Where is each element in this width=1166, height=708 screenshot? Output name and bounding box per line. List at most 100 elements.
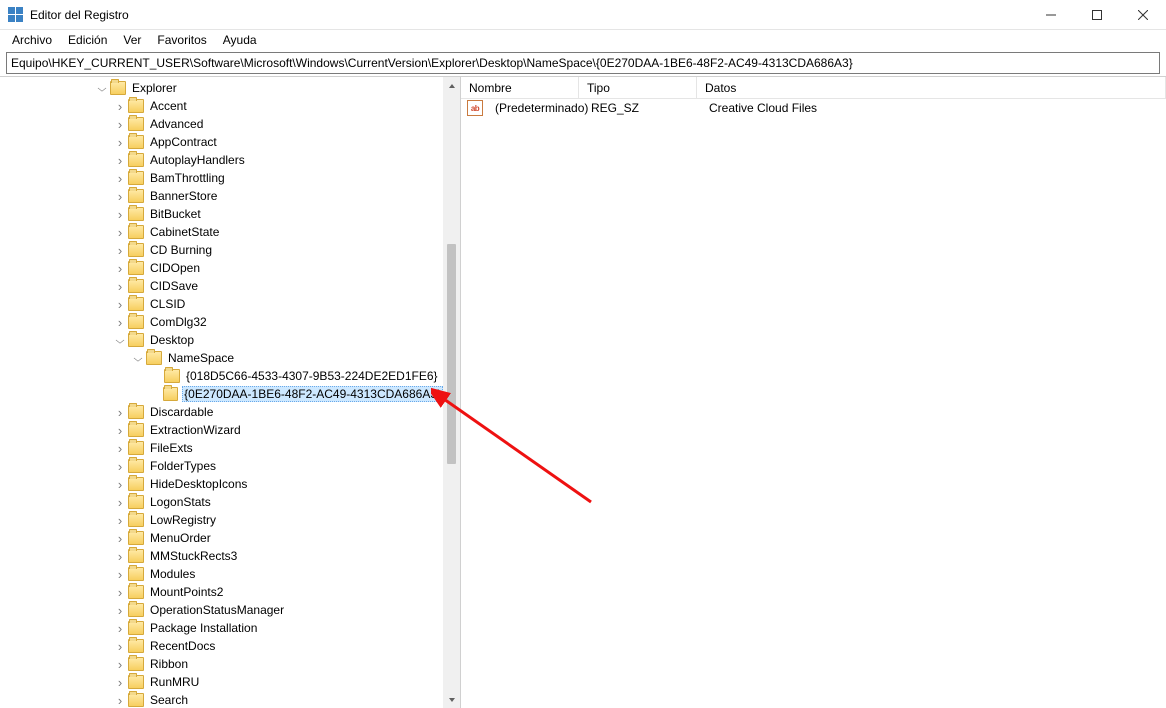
expand-icon[interactable] [112, 171, 128, 186]
menu-ayuda[interactable]: Ayuda [215, 31, 265, 49]
list-header: Nombre Tipo Datos [461, 77, 1166, 99]
maximize-button[interactable] [1074, 0, 1120, 29]
tree-item[interactable]: ExtractionWizard [0, 421, 443, 439]
tree-item[interactable]: {018D5C66-4533-4307-9B53-224DE2ED1FE6} [0, 367, 443, 385]
tree-item[interactable]: Advanced [0, 115, 443, 133]
tree-item[interactable]: Accent [0, 97, 443, 115]
menu-archivo[interactable]: Archivo [4, 31, 60, 49]
window-title: Editor del Registro [30, 8, 1028, 22]
value-row[interactable]: ab (Predeterminado) REG_SZ Creative Clou… [461, 99, 1166, 117]
expand-icon[interactable] [112, 603, 128, 618]
tree-item[interactable]: Discardable [0, 403, 443, 421]
expand-icon[interactable] [112, 477, 128, 492]
tree-item[interactable]: ComDlg32 [0, 313, 443, 331]
app-icon [8, 7, 24, 23]
tree-item[interactable]: MMStuckRects3 [0, 547, 443, 565]
tree-item[interactable]: Explorer [0, 79, 443, 97]
tree-item[interactable]: CIDOpen [0, 259, 443, 277]
values-pane: Nombre Tipo Datos ab (Predeterminado) RE… [461, 77, 1166, 708]
tree-item-label: FolderTypes [148, 458, 218, 474]
tree-item[interactable]: CLSID [0, 295, 443, 313]
tree-item[interactable]: HideDesktopIcons [0, 475, 443, 493]
expand-icon[interactable] [112, 675, 128, 690]
col-nombre[interactable]: Nombre [461, 77, 579, 98]
expand-icon[interactable] [112, 297, 128, 312]
menu-ver[interactable]: Ver [115, 31, 149, 49]
value-type: REG_SZ [583, 101, 701, 115]
tree-item[interactable]: CD Burning [0, 241, 443, 259]
expand-icon[interactable] [112, 207, 128, 222]
expand-icon[interactable] [112, 405, 128, 420]
expand-icon[interactable] [112, 243, 128, 258]
collapse-icon[interactable] [94, 81, 110, 96]
expand-icon[interactable] [112, 513, 128, 528]
menu-edicion[interactable]: Edición [60, 31, 115, 49]
tree-item[interactable]: RunMRU [0, 673, 443, 691]
tree-item[interactable]: CIDSave [0, 277, 443, 295]
scroll-up-icon[interactable] [443, 77, 460, 94]
expand-icon[interactable] [112, 585, 128, 600]
expand-icon[interactable] [112, 549, 128, 564]
tree-item[interactable]: {0E270DAA-1BE6-48F2-AC49-4313CDA686A3} [0, 385, 443, 403]
tree-pane: ExplorerAccentAdvancedAppContractAutopla… [0, 77, 461, 708]
folder-icon [128, 513, 144, 527]
expand-icon[interactable] [112, 459, 128, 474]
expand-icon[interactable] [112, 189, 128, 204]
expand-icon[interactable] [112, 693, 128, 708]
tree-item[interactable]: BitBucket [0, 205, 443, 223]
col-tipo[interactable]: Tipo [579, 77, 697, 98]
tree-item-label: RunMRU [148, 674, 201, 690]
expand-icon[interactable] [112, 621, 128, 636]
tree-item[interactable]: Package Installation [0, 619, 443, 637]
tree-item[interactable]: Modules [0, 565, 443, 583]
col-datos[interactable]: Datos [697, 77, 1166, 98]
expand-icon[interactable] [112, 657, 128, 672]
collapse-icon[interactable] [112, 333, 128, 348]
close-button[interactable] [1120, 0, 1166, 29]
expand-icon[interactable] [112, 639, 128, 654]
menu-favoritos[interactable]: Favoritos [149, 31, 214, 49]
expand-icon[interactable] [112, 495, 128, 510]
tree-item[interactable]: LogonStats [0, 493, 443, 511]
folder-icon [128, 279, 144, 293]
tree-item-label: Advanced [148, 116, 205, 132]
tree-item[interactable]: CabinetState [0, 223, 443, 241]
address-bar[interactable]: Equipo\HKEY_CURRENT_USER\Software\Micros… [6, 52, 1160, 74]
tree-item[interactable]: NameSpace [0, 349, 443, 367]
tree-scrollbar[interactable] [443, 77, 460, 708]
expand-icon[interactable] [112, 135, 128, 150]
tree-item[interactable]: Desktop [0, 331, 443, 349]
folder-icon [163, 387, 178, 401]
expand-icon[interactable] [112, 315, 128, 330]
expand-icon[interactable] [112, 261, 128, 276]
minimize-button[interactable] [1028, 0, 1074, 29]
tree-item[interactable]: AppContract [0, 133, 443, 151]
tree-item[interactable]: FolderTypes [0, 457, 443, 475]
tree-item[interactable]: Search [0, 691, 443, 708]
tree-item[interactable]: AutoplayHandlers [0, 151, 443, 169]
tree-item[interactable]: RecentDocs [0, 637, 443, 655]
expand-icon[interactable] [112, 441, 128, 456]
expand-icon[interactable] [112, 153, 128, 168]
tree-item[interactable]: BannerStore [0, 187, 443, 205]
expand-icon[interactable] [112, 279, 128, 294]
tree-item[interactable]: MountPoints2 [0, 583, 443, 601]
tree-item[interactable]: BamThrottling [0, 169, 443, 187]
expand-icon[interactable] [112, 99, 128, 114]
tree-item[interactable]: MenuOrder [0, 529, 443, 547]
folder-icon [128, 243, 144, 257]
folder-icon [128, 207, 144, 221]
tree-item-label: CabinetState [148, 224, 221, 240]
tree-item[interactable]: LowRegistry [0, 511, 443, 529]
expand-icon[interactable] [112, 423, 128, 438]
folder-icon [128, 621, 144, 635]
expand-icon[interactable] [112, 567, 128, 582]
expand-icon[interactable] [112, 531, 128, 546]
tree-item[interactable]: FileExts [0, 439, 443, 457]
expand-icon[interactable] [112, 225, 128, 240]
tree-item[interactable]: OperationStatusManager [0, 601, 443, 619]
tree-item[interactable]: Ribbon [0, 655, 443, 673]
collapse-icon[interactable] [130, 351, 146, 366]
scroll-down-icon[interactable] [443, 691, 460, 708]
expand-icon[interactable] [112, 117, 128, 132]
